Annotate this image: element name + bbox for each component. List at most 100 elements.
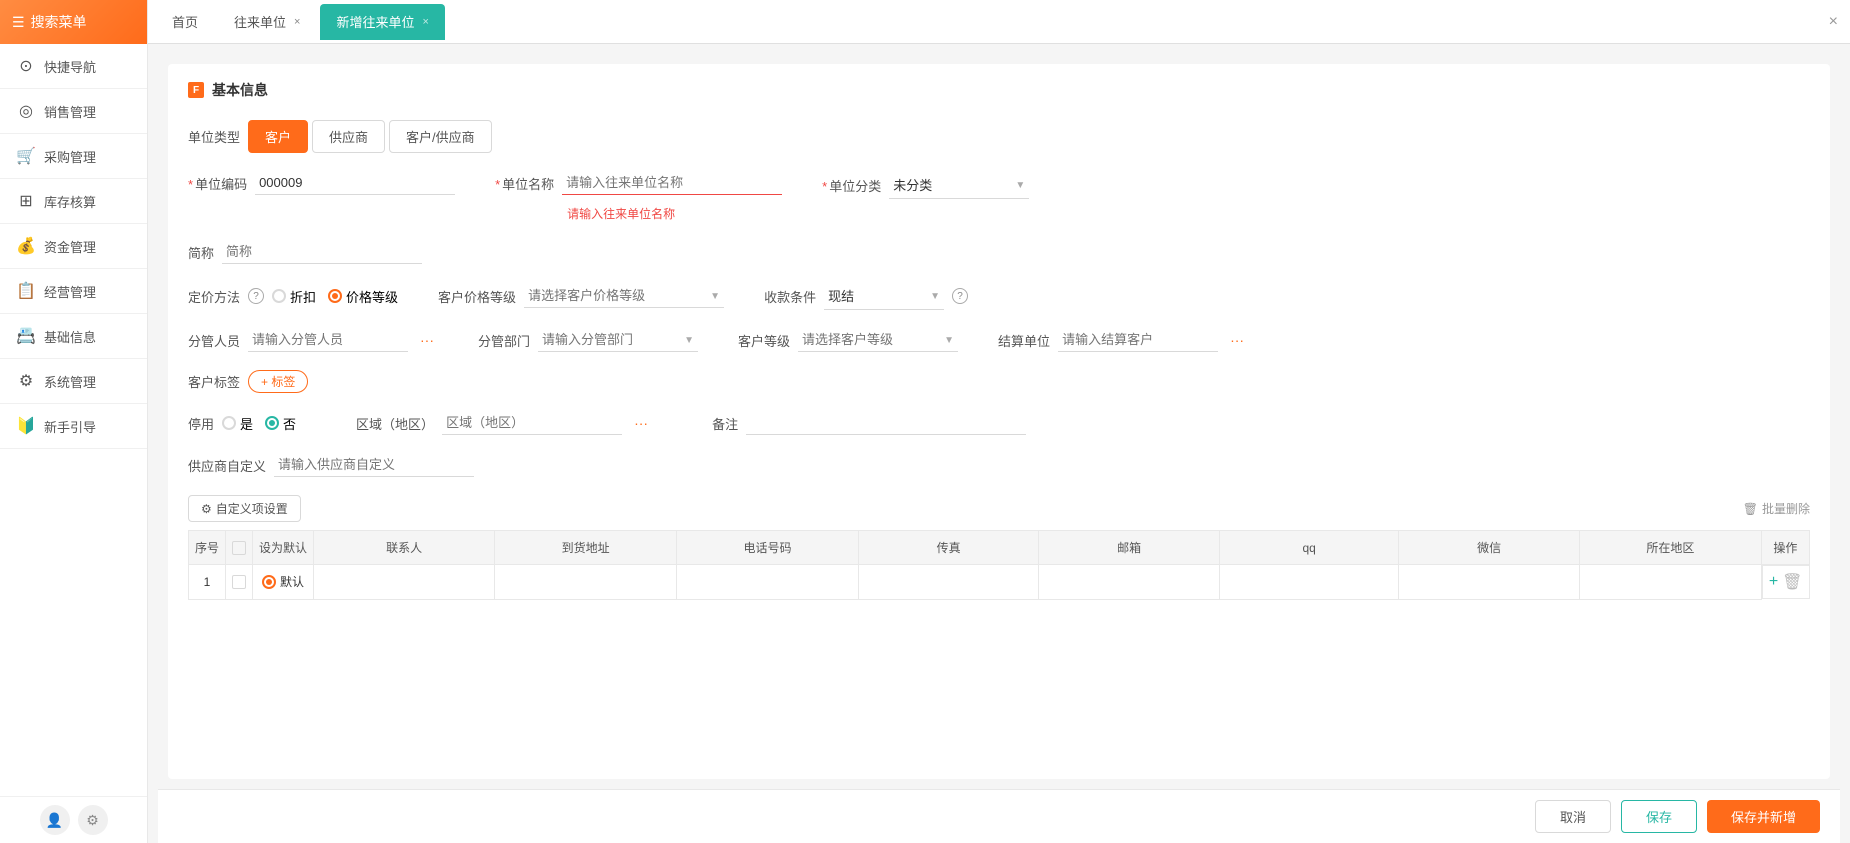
radio-price-level[interactable]: 价格等级 [328, 287, 398, 306]
cell-phone[interactable] [677, 565, 859, 600]
sidebar-footer: 👤 ⚙ [0, 796, 147, 843]
settlement-more-btn[interactable]: ··· [1226, 332, 1248, 348]
btn-both[interactable]: 客户/供应商 [389, 120, 492, 153]
sidebar-item-finance[interactable]: 💰 资金管理 [0, 224, 147, 269]
department-select[interactable]: ▼ [538, 328, 698, 352]
region-more-btn[interactable]: ··· [630, 415, 652, 431]
th-seq: 序号 [189, 531, 226, 565]
sidebar-user-icon[interactable]: 👤 [40, 805, 70, 835]
fax-input[interactable] [865, 574, 1032, 589]
region-group: 区域（地区） ··· [356, 411, 652, 435]
basic-icon: 📇 [16, 326, 36, 346]
payment-value: 现结 [824, 282, 944, 310]
sidebar-item-sales[interactable]: ◎ 销售管理 [0, 89, 147, 134]
radio-price-level-circle [328, 289, 342, 303]
sidebar-item-label: 经营管理 [44, 282, 96, 301]
region-input[interactable] [442, 411, 622, 435]
manager-input[interactable] [248, 328, 408, 352]
unit-code-input[interactable] [255, 171, 455, 195]
unit-code-group: *单位编码 [188, 171, 455, 195]
radio-no-label: 否 [283, 414, 296, 433]
sidebar-item-system[interactable]: ⚙ 系统管理 [0, 359, 147, 404]
radio-no[interactable]: 否 [265, 414, 296, 433]
unit-name-input[interactable] [562, 171, 782, 195]
custom-settings-btn[interactable]: ⚙ 自定义项设置 [188, 495, 301, 522]
save-button[interactable]: 保存 [1621, 800, 1697, 833]
cell-address[interactable] [495, 565, 677, 600]
unit-type-buttons: 客户 供应商 客户/供应商 [248, 120, 492, 153]
sidebar-item-guide[interactable]: 🔰 新手引导 [0, 404, 147, 449]
cell-email[interactable] [1039, 565, 1219, 600]
th-checkbox [226, 531, 253, 565]
th-region: 所在地区 [1579, 531, 1761, 565]
tab-partner-close[interactable]: × [294, 16, 300, 28]
remark-input[interactable] [746, 411, 1026, 435]
sidebar-item-inventory[interactable]: ⊞ 库存核算 [0, 179, 147, 224]
customer-price-select[interactable]: ▼ [524, 284, 724, 308]
customer-price-input[interactable] [524, 284, 724, 308]
section-title: 基本信息 [212, 80, 268, 100]
add-row-btn[interactable]: + [1769, 573, 1778, 591]
customer-level-select[interactable]: ▼ [798, 328, 958, 352]
address-input[interactable] [501, 574, 670, 589]
customer-price-label: 客户价格等级 [438, 287, 516, 306]
tag-add-btn[interactable]: + 标签 [248, 370, 308, 393]
wechat-input[interactable] [1405, 574, 1572, 589]
settlement-input[interactable] [1058, 328, 1218, 352]
cell-qq[interactable] [1219, 565, 1399, 600]
cell-region[interactable] [1579, 565, 1761, 600]
radio-discount[interactable]: 折扣 [272, 287, 316, 306]
tab-new-partner[interactable]: 新增往来单位 × [320, 4, 444, 40]
btn-supplier[interactable]: 供应商 [312, 120, 385, 153]
quick-nav-icon: ⊙ [16, 56, 36, 76]
customer-level-input[interactable] [798, 328, 958, 352]
region-cell-input[interactable] [1586, 574, 1755, 589]
unit-type-group: 单位类型 客户 供应商 客户/供应商 [188, 120, 492, 153]
customer-level-group: 客户等级 ▼ [738, 328, 958, 352]
row-checkbox[interactable] [232, 575, 246, 589]
department-input[interactable] [538, 328, 698, 352]
sidebar-item-operations[interactable]: 📋 经营管理 [0, 269, 147, 314]
unit-type-row: 单位类型 客户 供应商 客户/供应商 [188, 120, 1810, 153]
delete-row-btn[interactable]: 🗑 [1782, 572, 1802, 592]
remark-label: 备注 [712, 414, 738, 433]
sidebar-item-basic[interactable]: 📇 基础信息 [0, 314, 147, 359]
manager-more-btn[interactable]: ··· [416, 332, 438, 348]
select-all-checkbox[interactable] [232, 541, 246, 555]
th-phone: 电话号码 [677, 531, 859, 565]
supplier-custom-input[interactable] [274, 453, 474, 477]
gear-icon: ⚙ [201, 502, 212, 516]
tab-bar-close-btn[interactable]: × [1829, 13, 1838, 31]
search-menu-btn[interactable]: ☰ 搜索菜单 [0, 0, 147, 44]
payment-select[interactable]: 现结 ▼ [824, 282, 944, 310]
qq-input[interactable] [1226, 574, 1393, 589]
payment-help-icon[interactable]: ? [952, 288, 968, 304]
unit-type-label: 单位类型 [188, 127, 240, 146]
short-name-input[interactable] [222, 240, 422, 264]
pricing-help-icon[interactable]: ? [248, 288, 264, 304]
cell-wechat[interactable] [1399, 565, 1579, 600]
tab-partner[interactable]: 往来单位 × [218, 4, 316, 40]
tab-home[interactable]: 首页 [156, 4, 214, 40]
sidebar-item-quick-nav[interactable]: ⊙ 快捷导航 [0, 44, 147, 89]
unit-category-select-wrapper[interactable]: 未分类 ▼ [889, 171, 1029, 199]
th-contact: 联系人 [314, 531, 495, 565]
phone-input[interactable] [683, 574, 852, 589]
default-radio[interactable]: 默认 [259, 573, 307, 590]
search-menu-label: 搜索菜单 [31, 12, 87, 32]
main-area: 首页 往来单位 × 新增往来单位 × × F 基本信息 单位类型 客户 [148, 0, 1850, 843]
tab-new-partner-close[interactable]: × [422, 16, 428, 28]
remark-group: 备注 [712, 411, 1026, 435]
sidebar-item-purchase[interactable]: 🛒 采购管理 [0, 134, 147, 179]
save-new-button[interactable]: 保存并新增 [1707, 800, 1820, 833]
radio-yes[interactable]: 是 [222, 414, 253, 433]
cell-contact[interactable] [314, 565, 495, 600]
cancel-button[interactable]: 取消 [1535, 800, 1611, 833]
email-input[interactable] [1045, 574, 1212, 589]
btn-customer[interactable]: 客户 [248, 120, 308, 153]
guide-icon: 🔰 [16, 416, 36, 436]
batch-delete-btn[interactable]: 🗑 批量删除 [1743, 500, 1810, 517]
cell-fax[interactable] [858, 565, 1038, 600]
contact-input[interactable] [320, 574, 488, 589]
sidebar-settings-icon[interactable]: ⚙ [78, 805, 108, 835]
